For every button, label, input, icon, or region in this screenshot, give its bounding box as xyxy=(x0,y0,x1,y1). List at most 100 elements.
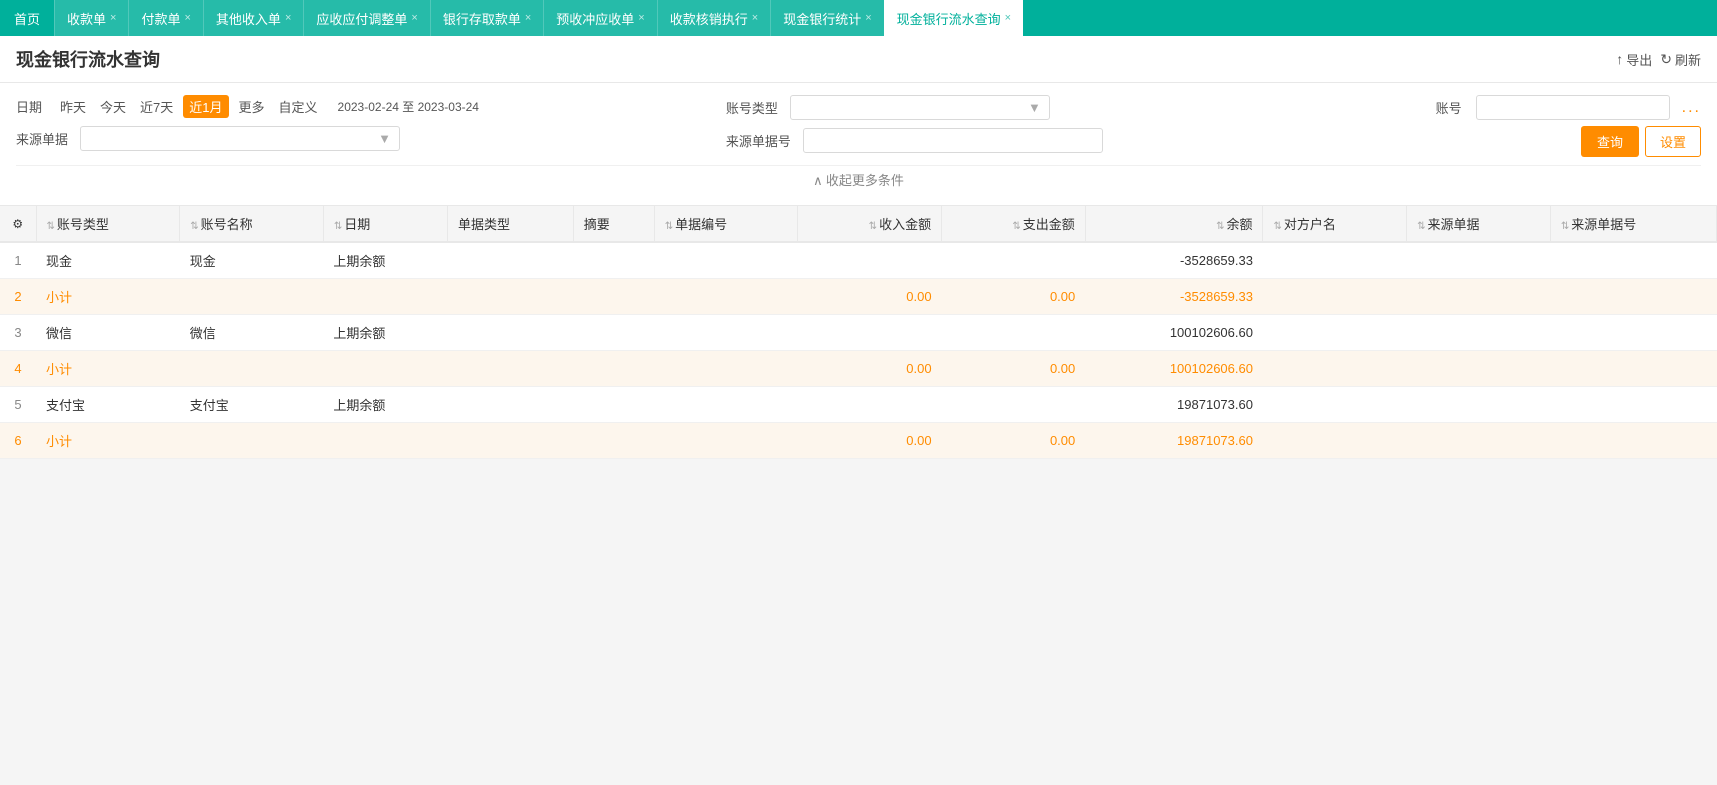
export-button[interactable]: ↑ 导出 xyxy=(1616,50,1652,69)
date-cell: 上期余额 xyxy=(323,242,447,279)
balance-cell: -3528659.33 xyxy=(1085,242,1263,279)
home-button[interactable]: 首页 xyxy=(0,0,54,36)
col-account-type[interactable]: ⇅账号类型 xyxy=(36,206,180,242)
col-source-doc[interactable]: ⇅来源单据 xyxy=(1407,206,1551,242)
tab-close-tiaozhendan[interactable]: × xyxy=(411,12,417,24)
doc-type-cell xyxy=(447,351,573,387)
col-expense[interactable]: ⇅支出金额 xyxy=(942,206,1086,242)
tab-close-hexiao[interactable]: × xyxy=(752,12,758,24)
account-more-button[interactable]: ... xyxy=(1682,99,1701,117)
tab-yinhang[interactable]: 银行存取款单 × xyxy=(430,0,543,36)
page-title: 现金银行流水查询 xyxy=(16,46,160,72)
income-cell xyxy=(798,242,942,279)
account-type-cell: 支付宝 xyxy=(36,387,180,423)
balance-cell: -3528659.33 xyxy=(1085,279,1263,315)
income-cell: 0.00 xyxy=(798,351,942,387)
counterpart-cell xyxy=(1263,351,1407,387)
source-doc-cell xyxy=(1407,351,1551,387)
tab-liushui[interactable]: 现金银行流水查询 × xyxy=(884,0,1023,36)
tab-close-fukuan[interactable]: × xyxy=(184,12,190,24)
tab-fukuan[interactable]: 付款单 × xyxy=(128,0,202,36)
export-icon: ↑ xyxy=(1616,51,1623,67)
col-counterpart[interactable]: ⇅对方户名 xyxy=(1263,206,1407,242)
data-table: ⚙ ⇅账号类型 ⇅账号名称 ⇅日期 单据类型 摘要 ⇅单据编号 ⇅收入金额 ⇅支… xyxy=(0,206,1717,459)
date-btn-1month[interactable]: 近1月 xyxy=(183,95,228,118)
source-doc-cell xyxy=(1407,423,1551,459)
tab-tiaozhendan[interactable]: 应收应付调整单 × xyxy=(303,0,429,36)
date-btn-7days[interactable]: 近7天 xyxy=(136,95,177,118)
tab-close-tongji[interactable]: × xyxy=(865,12,871,24)
source-doc-cell xyxy=(1407,315,1551,351)
tab-close-shoukuan[interactable]: × xyxy=(110,12,116,24)
date-btn-today[interactable]: 今天 xyxy=(96,95,130,118)
tab-close-yushou[interactable]: × xyxy=(638,12,644,24)
date-filter-row: 日期 昨天 今天 近7天 近1月 更多 自定义 2023-02-24 至 202… xyxy=(16,95,710,118)
balance-cell: 19871073.60 xyxy=(1085,387,1263,423)
col-settings[interactable]: ⚙ xyxy=(0,206,36,242)
collapse-bar[interactable]: ∧ 收起更多条件 xyxy=(16,165,1701,193)
source-doc-num-cell xyxy=(1550,315,1716,351)
account-name-cell: 微信 xyxy=(180,315,324,351)
doc-type-cell xyxy=(447,315,573,351)
account-type-label: 账号类型 xyxy=(726,98,778,117)
account-type-cell: 小计 xyxy=(36,351,180,387)
counterpart-cell xyxy=(1263,387,1407,423)
row-num: 6 xyxy=(0,423,36,459)
col-balance[interactable]: ⇅余额 xyxy=(1085,206,1263,242)
date-cell: 上期余额 xyxy=(323,315,447,351)
table-row: 4小计0.000.00100102606.60 xyxy=(0,351,1717,387)
tab-close-yinhang[interactable]: × xyxy=(525,12,531,24)
source-doc-num-input[interactable] xyxy=(803,128,1103,153)
expense-cell xyxy=(942,315,1086,351)
account-name-cell xyxy=(180,423,324,459)
date-cell: 上期余额 xyxy=(323,387,447,423)
col-account-name[interactable]: ⇅账号名称 xyxy=(180,206,324,242)
source-doc-select[interactable]: ▼ xyxy=(80,126,400,151)
summary-cell xyxy=(573,315,654,351)
account-input[interactable] xyxy=(1476,95,1670,120)
col-date[interactable]: ⇅日期 xyxy=(323,206,447,242)
counterpart-cell xyxy=(1263,242,1407,279)
table-header-row: ⚙ ⇅账号类型 ⇅账号名称 ⇅日期 单据类型 摘要 ⇅单据编号 ⇅收入金额 ⇅支… xyxy=(0,206,1717,242)
date-btn-yesterday[interactable]: 昨天 xyxy=(56,95,90,118)
refresh-icon: ↻ xyxy=(1660,51,1672,68)
tab-shoukuan[interactable]: 收款单 × xyxy=(54,0,128,36)
doc-num-cell xyxy=(654,315,798,351)
doc-type-cell xyxy=(447,242,573,279)
account-type-cell: 微信 xyxy=(36,315,180,351)
tab-hexiao[interactable]: 收款核销执行 × xyxy=(657,0,770,36)
row-num: 4 xyxy=(0,351,36,387)
table-container: ⚙ ⇅账号类型 ⇅账号名称 ⇅日期 单据类型 摘要 ⇅单据编号 ⇅收入金额 ⇅支… xyxy=(0,206,1717,459)
tab-close-qita[interactable]: × xyxy=(285,12,291,24)
source-doc-dropdown-icon: ▼ xyxy=(378,131,391,146)
col-summary[interactable]: 摘要 xyxy=(573,206,654,242)
summary-cell xyxy=(573,351,654,387)
refresh-button[interactable]: ↻ 刷新 xyxy=(1660,50,1701,69)
doc-type-cell xyxy=(447,279,573,315)
doc-type-cell xyxy=(447,387,573,423)
counterpart-cell xyxy=(1263,279,1407,315)
header-bar: 现金银行流水查询 ↑ 导出 ↻ 刷新 xyxy=(0,36,1717,83)
source-doc-num-row: 来源单据号 xyxy=(726,128,1420,153)
table-row: 6小计0.000.0019871073.60 xyxy=(0,423,1717,459)
account-type-select[interactable]: ▼ xyxy=(790,95,1050,120)
settings-button[interactable]: 设置 xyxy=(1645,126,1701,157)
col-doc-num[interactable]: ⇅单据编号 xyxy=(654,206,798,242)
col-income[interactable]: ⇅收入金额 xyxy=(798,206,942,242)
col-source-doc-num[interactable]: ⇅来源单据号 xyxy=(1550,206,1716,242)
filter-area: 日期 昨天 今天 近7天 近1月 更多 自定义 2023-02-24 至 202… xyxy=(0,83,1717,206)
query-button[interactable]: 查询 xyxy=(1581,126,1639,157)
source-doc-num-cell xyxy=(1550,351,1716,387)
tab-yushou[interactable]: 预收冲应收单 × xyxy=(543,0,656,36)
tab-close-liushui[interactable]: × xyxy=(1005,12,1011,24)
date-btn-custom[interactable]: 自定义 xyxy=(275,95,322,118)
top-nav: 首页 收款单 × 付款单 × 其他收入单 × 应收应付调整单 × 银行存取款单 … xyxy=(0,0,1717,36)
table-row: 5支付宝支付宝上期余额19871073.60 xyxy=(0,387,1717,423)
date-btn-more[interactable]: 更多 xyxy=(235,95,269,118)
expense-cell xyxy=(942,387,1086,423)
date-label: 日期 xyxy=(16,97,44,116)
date-cell xyxy=(323,351,447,387)
tab-qita[interactable]: 其他收入单 × xyxy=(203,0,303,36)
tab-tongji[interactable]: 现金银行统计 × xyxy=(770,0,883,36)
col-doc-type[interactable]: 单据类型 xyxy=(447,206,573,242)
